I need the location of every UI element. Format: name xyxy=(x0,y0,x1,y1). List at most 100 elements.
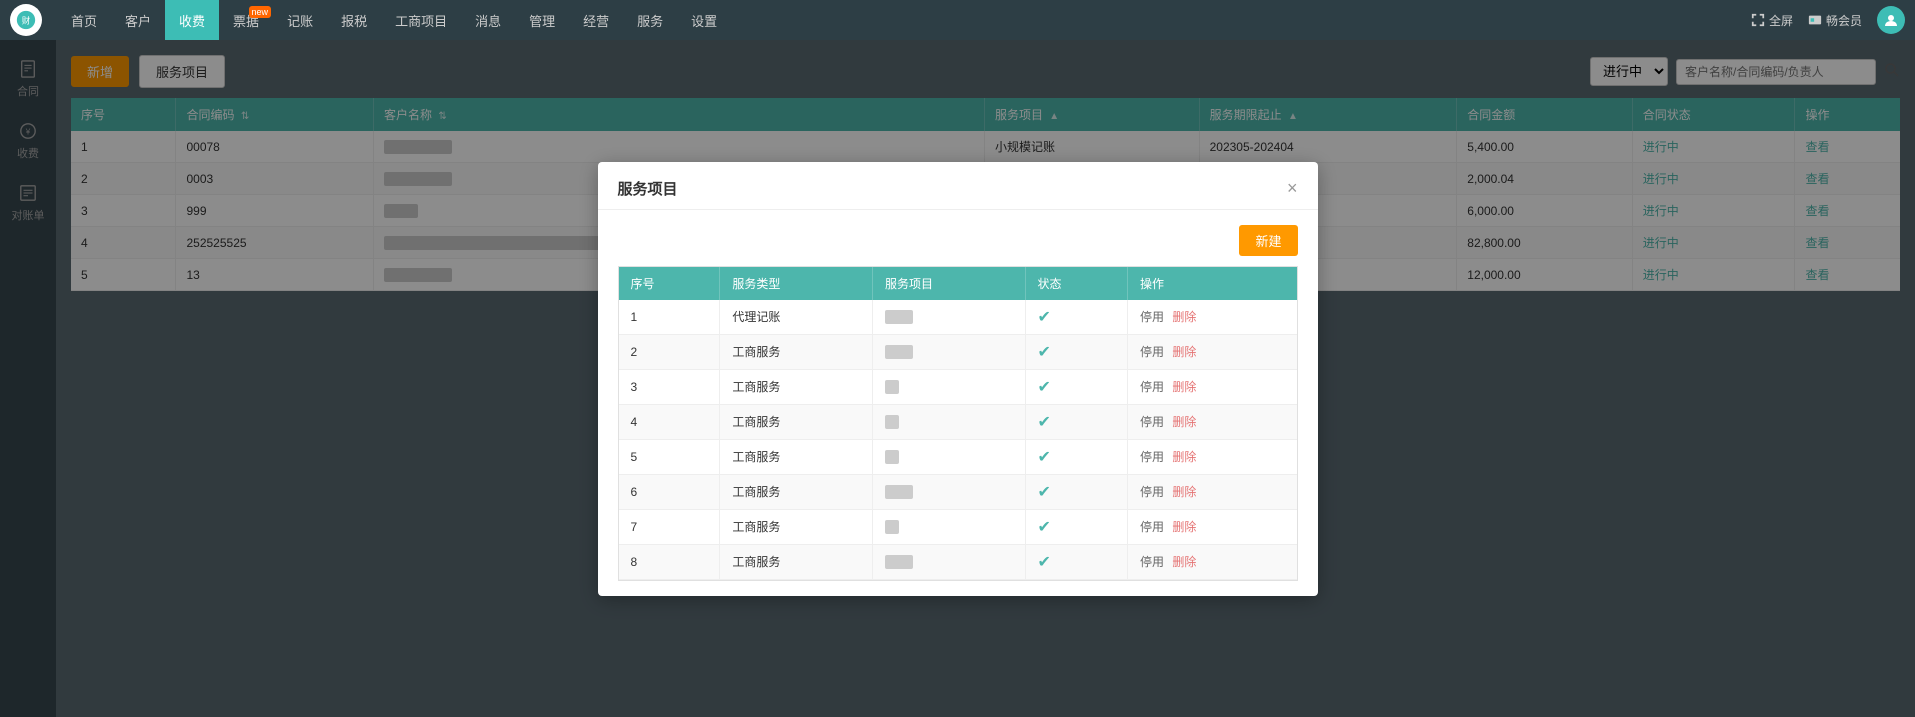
modal-title: 服务项目 xyxy=(618,178,678,199)
delete-button[interactable]: 删除 xyxy=(1172,520,1196,534)
stop-button[interactable]: 停用 xyxy=(1140,380,1164,394)
modal-cell-action[interactable]: 停用 删除 xyxy=(1127,439,1296,474)
modal-cell-action[interactable]: 停用 删除 xyxy=(1127,509,1296,544)
modal-col-type: 服务类型 xyxy=(720,267,873,300)
modal-cell-item xyxy=(872,544,1025,579)
modal-cell-type: 工商服务 xyxy=(720,369,873,404)
modal-cell-status: ✔ xyxy=(1025,300,1127,335)
modal-cell-action[interactable]: 停用 删除 xyxy=(1127,544,1296,579)
delete-button[interactable]: 删除 xyxy=(1172,310,1196,324)
modal-cell-seq: 4 xyxy=(619,404,720,439)
nav-baoshui[interactable]: 报税 xyxy=(327,0,381,40)
nav-menu: 首页 客户 收费 票据 new 记账 报税 工商项目 消息 管理 经营 服务 设… xyxy=(57,0,1751,40)
status-check-icon: ✔ xyxy=(1038,414,1051,431)
delete-button[interactable]: 删除 xyxy=(1172,485,1196,499)
new-badge: new xyxy=(249,6,272,18)
modal-cell-type: 工商服务 xyxy=(720,474,873,509)
stop-button[interactable]: 停用 xyxy=(1140,450,1164,464)
modal-table-row: 1 代理记账 ✔ 停用 删除 xyxy=(619,300,1297,335)
stop-button[interactable]: 停用 xyxy=(1140,345,1164,359)
delete-button[interactable]: 删除 xyxy=(1172,450,1196,464)
modal-table-row: 6 工商服务 ✔ 停用 删除 xyxy=(619,474,1297,509)
stop-button[interactable]: 停用 xyxy=(1140,415,1164,429)
modal-cell-item xyxy=(872,474,1025,509)
modal-table-row: 2 工商服务 ✔ 停用 删除 xyxy=(619,334,1297,369)
delete-button[interactable]: 删除 xyxy=(1172,380,1196,394)
modal-table-row: 4 工商服务 ✔ 停用 删除 xyxy=(619,404,1297,439)
nav-fuwu[interactable]: 服务 xyxy=(623,0,677,40)
modal-cell-item xyxy=(872,439,1025,474)
stop-button[interactable]: 停用 xyxy=(1140,485,1164,499)
nav-customer[interactable]: 客户 xyxy=(111,0,165,40)
modal-col-status: 状态 xyxy=(1025,267,1127,300)
modal-cell-status: ✔ xyxy=(1025,404,1127,439)
modal-col-item: 服务项目 xyxy=(872,267,1025,300)
stop-button[interactable]: 停用 xyxy=(1140,520,1164,534)
nav-shezhi[interactable]: 设置 xyxy=(677,0,731,40)
modal-table-row: 5 工商服务 ✔ 停用 删除 xyxy=(619,439,1297,474)
modal-cell-seq: 6 xyxy=(619,474,720,509)
service-item-modal: 服务项目 × 新建 序号 服务类型 服务项目 状态 操作 xyxy=(598,162,1318,596)
nav-xiaoxi[interactable]: 消息 xyxy=(461,0,515,40)
modal-body: 新建 序号 服务类型 服务项目 状态 操作 1 代理记账 xyxy=(598,210,1318,596)
modal-cell-action[interactable]: 停用 删除 xyxy=(1127,474,1296,509)
modal-cell-type: 工商服务 xyxy=(720,509,873,544)
status-check-icon: ✔ xyxy=(1038,449,1051,466)
modal-header: 服务项目 × xyxy=(598,162,1318,210)
nav-home[interactable]: 首页 xyxy=(57,0,111,40)
nav-shoufei[interactable]: 收费 xyxy=(165,0,219,40)
nav-guanli[interactable]: 管理 xyxy=(515,0,569,40)
modal-cell-status: ✔ xyxy=(1025,369,1127,404)
modal-toolbar: 新建 xyxy=(618,225,1298,256)
nav-gongshang[interactable]: 工商项目 xyxy=(381,0,461,40)
modal-cell-status: ✔ xyxy=(1025,334,1127,369)
fullscreen-btn[interactable]: 全屏 xyxy=(1751,12,1793,29)
modal-cell-action[interactable]: 停用 删除 xyxy=(1127,369,1296,404)
modal-overlay[interactable]: 服务项目 × 新建 序号 服务类型 服务项目 状态 操作 xyxy=(0,40,1915,717)
status-check-icon: ✔ xyxy=(1038,519,1051,536)
modal-cell-seq: 1 xyxy=(619,300,720,335)
modal-cell-type: 工商服务 xyxy=(720,439,873,474)
modal-cell-item xyxy=(872,334,1025,369)
modal-cell-item xyxy=(872,509,1025,544)
modal-table-row: 3 工商服务 ✔ 停用 删除 xyxy=(619,369,1297,404)
modal-cell-type: 工商服务 xyxy=(720,404,873,439)
modal-new-button[interactable]: 新建 xyxy=(1239,225,1297,256)
nav-jingying[interactable]: 经营 xyxy=(569,0,623,40)
stop-button[interactable]: 停用 xyxy=(1140,555,1164,569)
status-check-icon: ✔ xyxy=(1038,344,1051,361)
modal-col-seq: 序号 xyxy=(619,267,720,300)
modal-cell-item xyxy=(872,300,1025,335)
modal-cell-type: 工商服务 xyxy=(720,544,873,579)
modal-cell-status: ✔ xyxy=(1025,439,1127,474)
modal-cell-seq: 5 xyxy=(619,439,720,474)
modal-cell-seq: 3 xyxy=(619,369,720,404)
member-btn[interactable]: 畅会员 xyxy=(1808,12,1862,29)
modal-cell-item xyxy=(872,404,1025,439)
modal-close-button[interactable]: × xyxy=(1287,179,1298,197)
modal-cell-action[interactable]: 停用 删除 xyxy=(1127,300,1296,335)
app-logo: 财 xyxy=(10,4,42,36)
modal-table-wrap[interactable]: 序号 服务类型 服务项目 状态 操作 1 代理记账 ✔ 停用 删除 2 工商服务… xyxy=(618,266,1298,581)
modal-table-row: 7 工商服务 ✔ 停用 删除 xyxy=(619,509,1297,544)
delete-button[interactable]: 删除 xyxy=(1172,345,1196,359)
top-navigation: 财 首页 客户 收费 票据 new 记账 报税 工商项目 消息 管理 经营 服务… xyxy=(0,0,1915,40)
modal-cell-status: ✔ xyxy=(1025,509,1127,544)
modal-cell-item xyxy=(872,369,1025,404)
nav-jizhang[interactable]: 记账 xyxy=(273,0,327,40)
modal-cell-action[interactable]: 停用 删除 xyxy=(1127,404,1296,439)
nav-piao[interactable]: 票据 new xyxy=(219,0,273,40)
modal-cell-seq: 2 xyxy=(619,334,720,369)
modal-cell-action[interactable]: 停用 删除 xyxy=(1127,334,1296,369)
delete-button[interactable]: 删除 xyxy=(1172,415,1196,429)
modal-cell-type: 代理记账 xyxy=(720,300,873,335)
modal-cell-seq: 8 xyxy=(619,544,720,579)
nav-right-area: 全屏 畅会员 xyxy=(1751,6,1905,34)
modal-cell-seq: 7 xyxy=(619,509,720,544)
svg-text:财: 财 xyxy=(22,15,30,25)
user-avatar[interactable] xyxy=(1877,6,1905,34)
status-check-icon: ✔ xyxy=(1038,554,1051,571)
stop-button[interactable]: 停用 xyxy=(1140,310,1164,324)
modal-table-row: 8 工商服务 ✔ 停用 删除 xyxy=(619,544,1297,579)
delete-button[interactable]: 删除 xyxy=(1172,555,1196,569)
